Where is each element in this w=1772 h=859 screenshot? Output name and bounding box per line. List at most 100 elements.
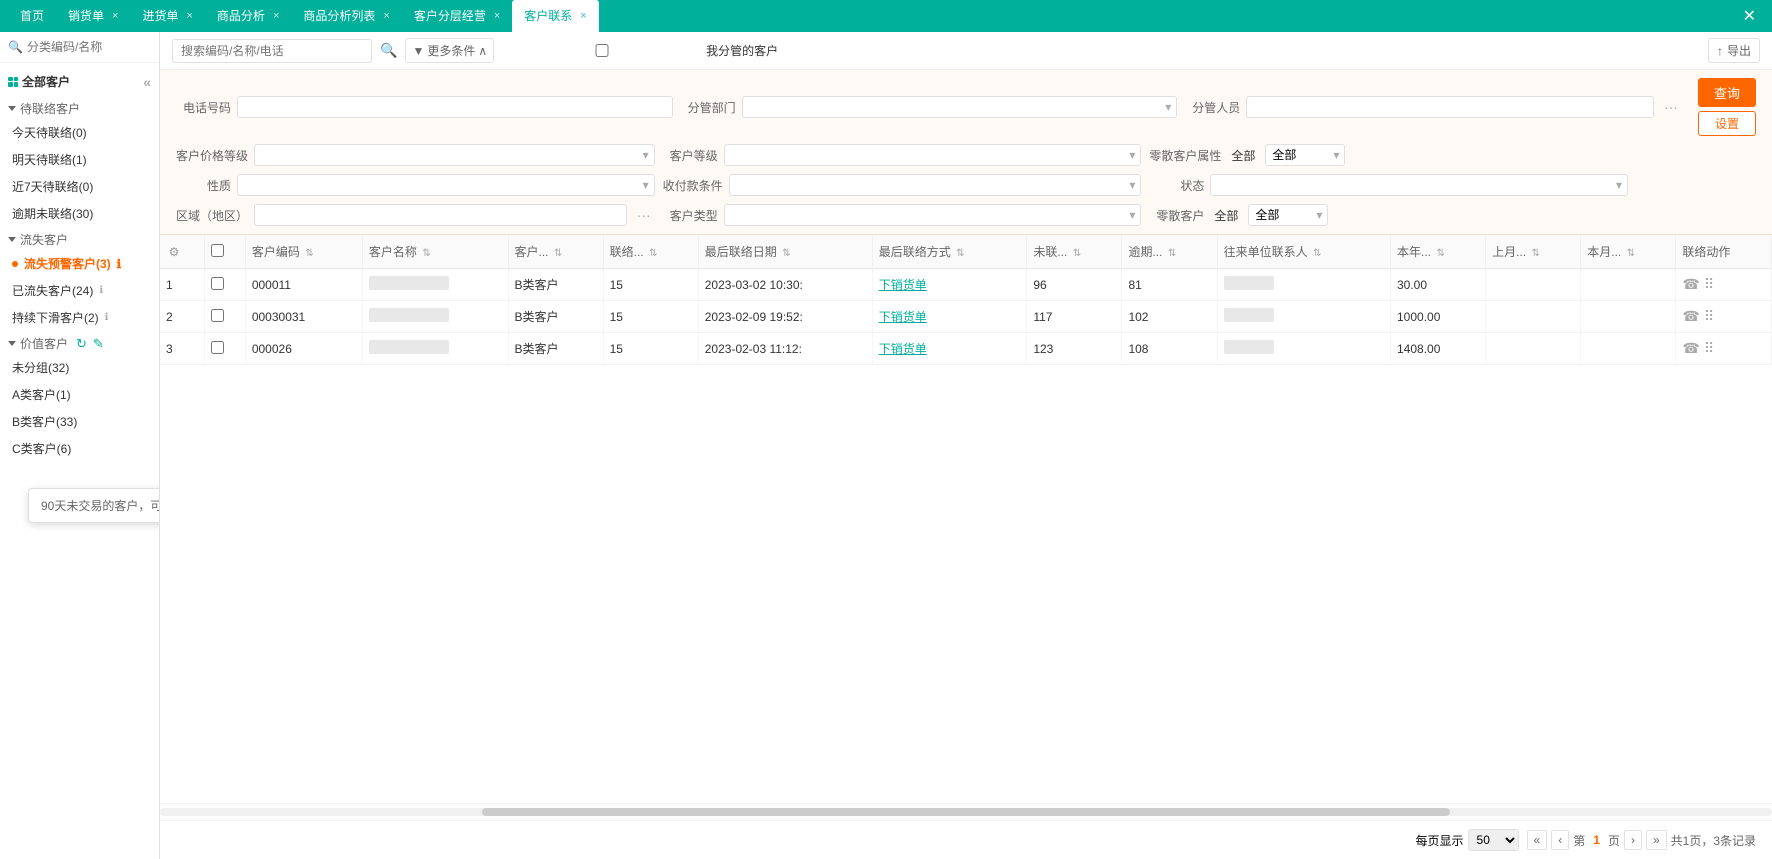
col-this-month[interactable]: 本月... ⇅ (1581, 235, 1676, 269)
sidebar-item-class-c[interactable]: C类客户(6) (0, 435, 159, 462)
sidebar-item-declining[interactable]: 持续下滑客户(2) ℹ (0, 304, 159, 331)
nav-sale-close[interactable]: × (112, 0, 118, 32)
value-refresh-icon[interactable]: ↻ (76, 336, 87, 352)
first-page-btn[interactable]: « (1527, 830, 1548, 850)
status-select[interactable] (1210, 174, 1628, 196)
row-last-method-link[interactable]: 下销货单 (879, 310, 927, 324)
next-page-btn[interactable]: › (1624, 830, 1642, 850)
dept-select[interactable] (742, 96, 1178, 118)
nature-select[interactable] (237, 174, 655, 196)
sidebar-item-today-contact[interactable]: 今天待联络(0) (0, 119, 159, 146)
nav-item-goods-analysis-list[interactable]: 商品分析列表 × (291, 0, 401, 32)
search-icon[interactable]: 🔍 (380, 42, 397, 59)
row-contact-icon[interactable]: ☎ (1682, 276, 1699, 293)
nav-item-customer-tier[interactable]: 客户分层经营 × (402, 0, 512, 32)
sidebar-item-week-contact[interactable]: 近7天待联络(0) (0, 173, 159, 200)
sidebar-collapse-btn[interactable]: « (143, 74, 151, 90)
declining-info-icon[interactable]: ℹ (105, 312, 109, 323)
prev-page-btn[interactable]: ‹ (1551, 830, 1569, 850)
sidebar-item-ungrouped[interactable]: 未分组(32) (0, 354, 159, 381)
more-conditions-btn[interactable]: ▼ 更多条件 ∧ (405, 38, 494, 63)
nav-item-home[interactable]: 首页 (8, 0, 56, 32)
sidebar-item-churned[interactable]: 已流失客户(24) ℹ (0, 277, 159, 304)
row-last-method-link[interactable]: 下销货单 (879, 342, 927, 356)
window-close-button[interactable]: ✕ (1735, 6, 1764, 26)
nav-customer-tier-close[interactable]: × (494, 0, 500, 32)
sidebar-section-value[interactable]: 价值客户 ↻ ✎ (0, 331, 159, 354)
scatter-attr-select[interactable]: 全部 (1265, 144, 1345, 166)
table-settings-icon[interactable]: ⚙ (166, 244, 182, 260)
nav-purchase-close[interactable]: × (186, 0, 192, 32)
row-select-checkbox[interactable] (211, 341, 224, 354)
nature-select-wrapper (237, 174, 655, 196)
col-contact[interactable]: 联络... ⇅ (603, 235, 698, 269)
row-select-checkbox[interactable] (211, 309, 224, 322)
row-checkbox[interactable] (205, 333, 246, 365)
col-unit-contact[interactable]: 往来单位联系人 ⇅ (1217, 235, 1390, 269)
col-last-date[interactable]: 最后联络日期 ⇅ (698, 235, 872, 269)
col-this-year[interactable]: 本年... ⇅ (1391, 235, 1486, 269)
nav-goods-analysis-close[interactable]: × (273, 0, 279, 32)
col-code[interactable]: 客户编码 ⇅ (245, 235, 362, 269)
sidebar-section-churn[interactable]: 流失客户 (0, 227, 159, 250)
sidebar-item-tomorrow-contact[interactable]: 明天待联络(1) (0, 146, 159, 173)
nav-item-purchase[interactable]: 进货单 × (130, 0, 204, 32)
nav-customer-contact-close[interactable]: × (580, 0, 586, 32)
price-level-select[interactable] (254, 144, 655, 166)
row-more-icon[interactable]: ⠿ (1704, 340, 1714, 357)
row-last-method-link[interactable]: 下销货单 (879, 278, 927, 292)
region-more-btn[interactable]: ··· (633, 207, 655, 223)
churn-warning-label: 流失预警客户(3) (24, 255, 111, 272)
row-actions: ☎ ⠿ (1676, 301, 1772, 333)
row-checkbox[interactable] (205, 269, 246, 301)
churn-warning-info-icon[interactable]: ℹ (117, 257, 122, 271)
nav-goods-analysis-list-close[interactable]: × (383, 0, 389, 32)
col-no-contact[interactable]: 未联... ⇅ (1027, 235, 1122, 269)
customer-level-select[interactable] (724, 144, 1142, 166)
row-checkbox[interactable] (205, 301, 246, 333)
search-input[interactable] (172, 39, 372, 63)
col-last-month[interactable]: 上月... ⇅ (1486, 235, 1581, 269)
sidebar-item-class-a[interactable]: A类客户(1) (0, 381, 159, 408)
phone-input[interactable] (237, 96, 673, 118)
last-page-btn[interactable]: » (1646, 830, 1667, 850)
my-customers-checkbox[interactable] (502, 44, 702, 57)
col-name[interactable]: 客户名称 ⇅ (362, 235, 508, 269)
row-contact-icon[interactable]: ☎ (1682, 340, 1699, 357)
row-code: 000011 (245, 269, 362, 301)
customer-type-select[interactable] (724, 204, 1142, 226)
nav-item-customer-contact[interactable]: 客户联系 × (512, 0, 598, 32)
sidebar-section-pending[interactable]: 待联络客户 (0, 96, 159, 119)
row-name-blurred (369, 340, 449, 354)
manager-more-btn[interactable]: ··· (1660, 99, 1682, 115)
my-customers-filter[interactable]: 我分管的客户 (502, 42, 778, 59)
nav-goods-analysis-list-label: 商品分析列表 (303, 0, 375, 32)
query-button[interactable]: 查询 (1698, 78, 1756, 107)
sidebar-item-overdue-contact[interactable]: 逾期未联络(30) (0, 200, 159, 227)
select-all-checkbox[interactable] (211, 244, 224, 257)
row-contact-icon[interactable]: ☎ (1682, 308, 1699, 325)
page-size-select[interactable]: 50 20 100 (1468, 829, 1519, 851)
nav-item-sale[interactable]: 销货单 × (56, 0, 130, 32)
row-more-icon[interactable]: ⠿ (1704, 276, 1714, 293)
sidebar-search-input[interactable] (27, 40, 160, 54)
payment-select[interactable] (729, 174, 1142, 196)
col-type[interactable]: 客户... ⇅ (508, 235, 603, 269)
sidebar-item-class-b[interactable]: B类客户(33) (0, 408, 159, 435)
value-edit-icon[interactable]: ✎ (93, 336, 104, 352)
nav-item-goods-analysis[interactable]: 商品分析 × (205, 0, 291, 32)
horizontal-scrollbar[interactable] (160, 803, 1772, 820)
export-btn[interactable]: ↑ 导出 (1708, 38, 1760, 63)
sidebar-item-churn-warning[interactable]: 流失预警客户(3) ℹ (0, 250, 159, 277)
sidebar-all-customers[interactable]: 全部客户 « (0, 67, 159, 96)
churned-info-icon[interactable]: ℹ (99, 285, 103, 296)
setting-button[interactable]: 设置 (1698, 111, 1756, 136)
row-select-checkbox[interactable] (211, 277, 224, 290)
region-input[interactable] (254, 204, 627, 226)
row-more-icon[interactable]: ⠿ (1704, 308, 1714, 325)
manager-input[interactable] (1246, 96, 1654, 118)
col-settings: ⚙ (160, 235, 205, 269)
col-last-method[interactable]: 最后联络方式 ⇅ (872, 235, 1027, 269)
col-overdue[interactable]: 逾期... ⇅ (1122, 235, 1217, 269)
scatter-customer-select[interactable]: 全部 (1248, 204, 1328, 226)
